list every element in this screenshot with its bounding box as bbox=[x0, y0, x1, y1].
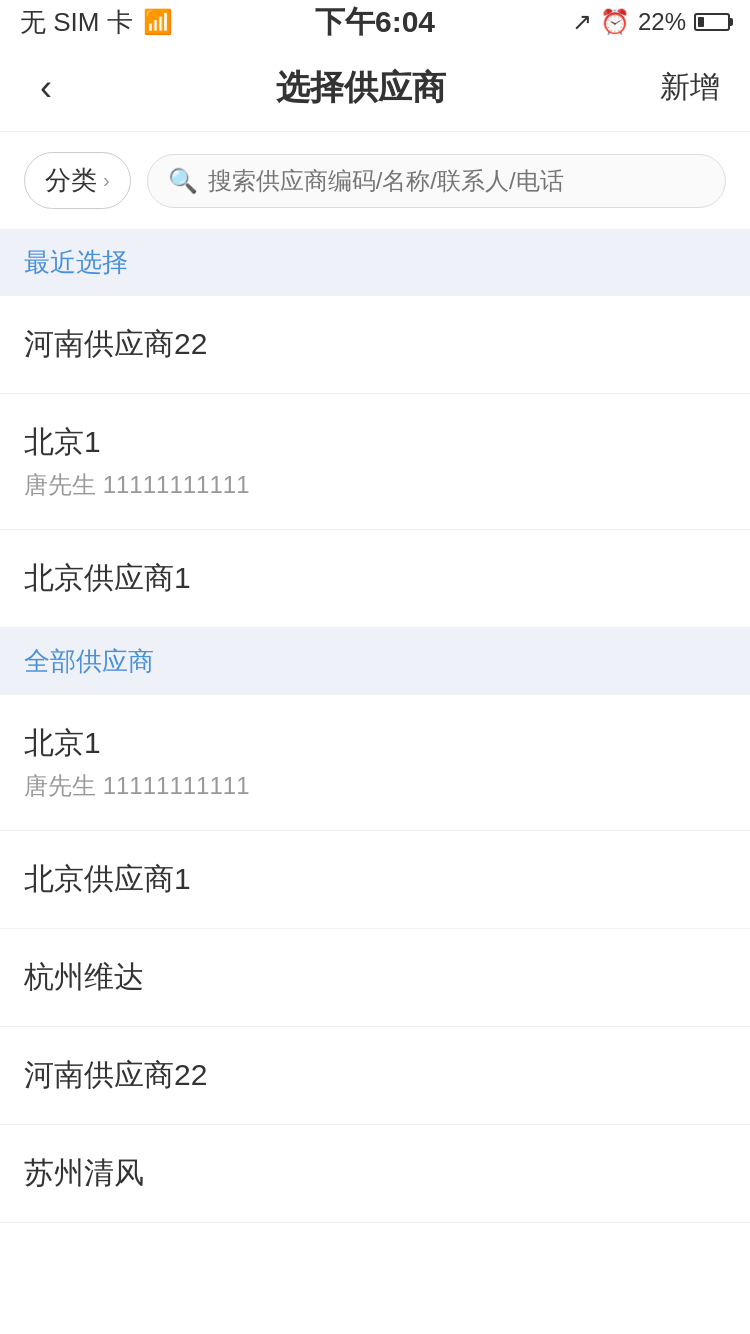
status-right: ↗ ⏰ 22% bbox=[572, 8, 730, 36]
item-sub: 唐先生 11111111111 bbox=[24, 770, 726, 802]
item-sub: 唐先生 11111111111 bbox=[24, 469, 726, 501]
back-button[interactable]: ‹ bbox=[30, 57, 62, 119]
page-title: 选择供应商 bbox=[276, 65, 446, 111]
item-name: 杭州维达 bbox=[24, 957, 726, 998]
item-name: 河南供应商22 bbox=[24, 1055, 726, 1096]
sim-label: 无 SIM 卡 bbox=[20, 5, 133, 40]
alarm-icon: ⏰ bbox=[600, 8, 630, 36]
list-item[interactable]: 北京1 唐先生 11111111111 bbox=[0, 394, 750, 530]
search-box[interactable]: 🔍 bbox=[147, 154, 726, 208]
list-item[interactable]: 苏州清风 bbox=[0, 1125, 750, 1223]
list-item[interactable]: 北京1 唐先生 11111111111 bbox=[0, 695, 750, 831]
filter-bar: 分类 › 🔍 bbox=[0, 132, 750, 229]
list-item[interactable]: 北京供应商1 bbox=[0, 831, 750, 929]
item-name: 北京供应商1 bbox=[24, 558, 726, 599]
section-header-recent: 最近选择 bbox=[0, 229, 750, 296]
status-bar: 无 SIM 卡 📶 下午6:04 ↗ ⏰ 22% bbox=[0, 0, 750, 44]
list-item[interactable]: 北京供应商1 bbox=[0, 530, 750, 628]
list-item[interactable]: 河南供应商22 bbox=[0, 1027, 750, 1125]
sections-container: 最近选择河南供应商22 北京1 唐先生 11111111111 北京供应商1 全部供应商… bbox=[0, 229, 750, 1223]
list-item[interactable]: 河南供应商22 bbox=[0, 296, 750, 394]
wifi-icon: 📶 bbox=[143, 8, 173, 36]
search-icon: 🔍 bbox=[168, 167, 198, 195]
status-left: 无 SIM 卡 📶 bbox=[20, 5, 173, 40]
battery-percent: 22% bbox=[638, 8, 686, 36]
battery-icon bbox=[694, 13, 730, 31]
item-name: 北京1 bbox=[24, 723, 726, 764]
location-icon: ↗ bbox=[572, 8, 592, 36]
category-label: 分类 bbox=[45, 163, 97, 198]
item-name: 河南供应商22 bbox=[24, 324, 726, 365]
add-button[interactable]: 新增 bbox=[660, 67, 720, 108]
list-item[interactable]: 杭州维达 bbox=[0, 929, 750, 1027]
item-name: 北京1 bbox=[24, 422, 726, 463]
search-input[interactable] bbox=[208, 167, 705, 195]
item-name: 北京供应商1 bbox=[24, 859, 726, 900]
status-time: 下午6:04 bbox=[315, 2, 435, 43]
chevron-right-icon: › bbox=[103, 169, 110, 192]
category-button[interactable]: 分类 › bbox=[24, 152, 131, 209]
item-name: 苏州清风 bbox=[24, 1153, 726, 1194]
nav-bar: ‹ 选择供应商 新增 bbox=[0, 44, 750, 132]
section-header-all: 全部供应商 bbox=[0, 628, 750, 695]
